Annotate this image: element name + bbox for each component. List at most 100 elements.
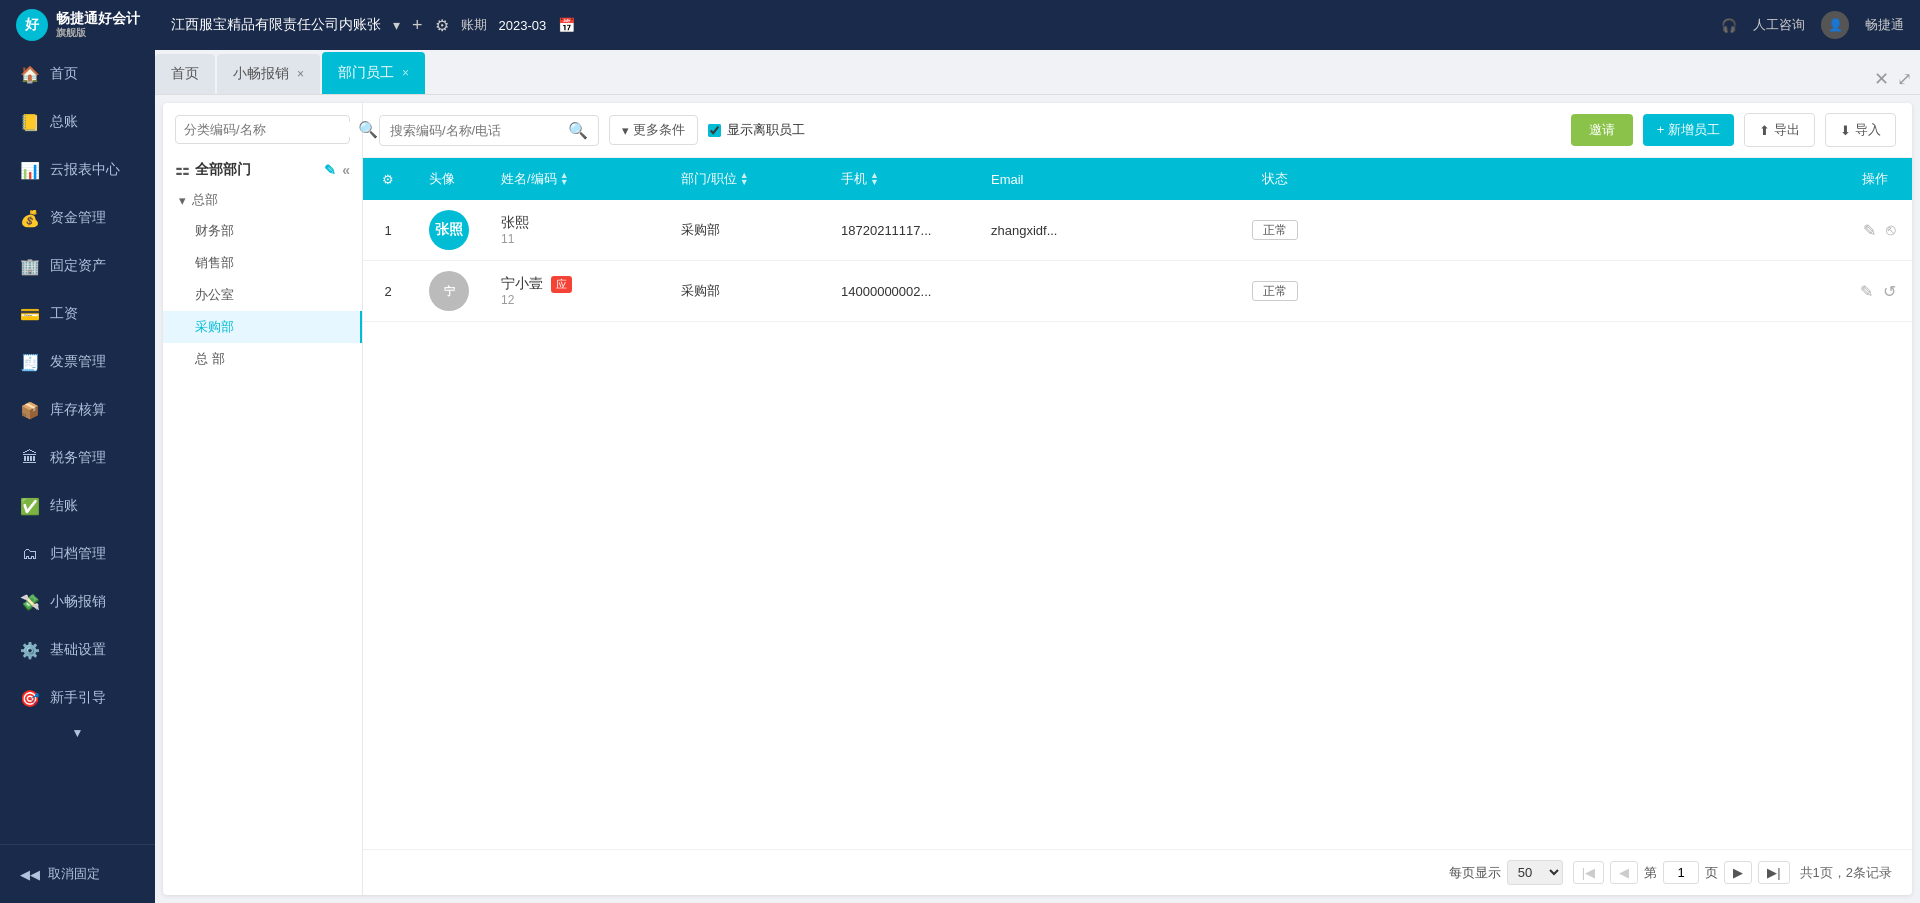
calendar-icon[interactable]: 📅 xyxy=(558,17,575,33)
sidebar-item-label-ledger: 总账 xyxy=(50,113,78,131)
dept-edit-icon[interactable]: ✎ xyxy=(324,162,336,178)
next-page-button[interactable]: ▶ xyxy=(1724,861,1752,884)
tax-icon: 🏛 xyxy=(20,448,40,468)
tabs-bar: 首页 小畅报销 × 部门员工 × ✕ ⤢ xyxy=(155,50,1920,95)
toolbar-right-buttons: 邀请 + 新增员工 ⬆ 导出 ⬇ 导入 xyxy=(1571,113,1896,147)
row2-refresh-icon[interactable]: ↺ xyxy=(1883,282,1896,301)
consult-label[interactable]: 人工咨询 xyxy=(1753,16,1805,34)
sidebar-item-label-salary: 工资 xyxy=(50,305,78,323)
sidebar-scroll-down[interactable]: ▼ xyxy=(0,722,155,744)
employee-panel: 🔍 ▾ 更多条件 显示离职员工 邀请 + 新增员工 ⬆ xyxy=(363,103,1912,895)
dept-item-office[interactable]: 办公室 xyxy=(163,279,362,311)
dept-item-purchase[interactable]: 采购部 xyxy=(163,311,362,343)
tab-expense-close[interactable]: × xyxy=(297,67,304,81)
sidebar-item-guide[interactable]: 🎯 新手引导 xyxy=(0,674,155,722)
row2-edit-icon[interactable]: ✎ xyxy=(1860,282,1873,301)
sidebar-item-close[interactable]: ✅ 结账 xyxy=(0,482,155,530)
sidebar-item-salary[interactable]: 💳 工资 xyxy=(0,290,155,338)
salary-icon: 💳 xyxy=(20,304,40,324)
row1-name-cell: 张熙 11 xyxy=(485,200,665,261)
prev-page-button[interactable]: ◀ xyxy=(1610,861,1638,884)
unpin-button[interactable]: ◀◀ 取消固定 xyxy=(0,855,155,893)
add-employee-button[interactable]: + 新增员工 xyxy=(1643,114,1734,146)
row2-emp-code: 12 xyxy=(501,293,649,307)
col-email: Email xyxy=(975,158,1175,200)
row2-avatar: 宁 xyxy=(413,261,485,322)
dept-collapse-icon[interactable]: « xyxy=(342,162,350,178)
dept-item-finance[interactable]: 财务部 xyxy=(163,215,362,247)
import-icon: ⬇ xyxy=(1840,123,1851,138)
sidebar-item-funds[interactable]: 💰 资金管理 xyxy=(0,194,155,242)
dept-panel: 🔍 ⚏ 全部部门 ✎ « ▾ 总部 xyxy=(163,103,363,895)
row2-index: 2 xyxy=(363,261,413,322)
sidebar-item-expense[interactable]: 💸 小畅报销 xyxy=(0,578,155,626)
sidebar-item-inventory[interactable]: 📦 库存核算 xyxy=(0,386,155,434)
row1-emp-name: 张熙 xyxy=(501,214,649,232)
company-dropdown-icon[interactable]: ▾ xyxy=(393,17,400,33)
sidebar-item-label-home: 首页 xyxy=(50,65,78,83)
tab-close-icon[interactable]: ✕ xyxy=(1874,68,1889,90)
employee-search-input[interactable] xyxy=(390,123,562,138)
col-dept[interactable]: 部门/职位 ▲▼ xyxy=(665,158,825,200)
sidebar-item-label-guide: 新手引导 xyxy=(50,689,106,707)
per-page-select[interactable]: 50 10 20 100 xyxy=(1507,860,1563,885)
search-icon[interactable]: 🔍 xyxy=(568,121,588,140)
archive-icon: 🗂 xyxy=(20,544,40,564)
tab-dept-emp-close[interactable]: × xyxy=(402,66,409,80)
avatar-circle-2: 宁 xyxy=(429,271,469,311)
sidebar-item-reports[interactable]: 📊 云报表中心 xyxy=(0,146,155,194)
inventory-icon: 📦 xyxy=(20,400,40,420)
sidebar-item-label-expense: 小畅报销 xyxy=(50,593,106,611)
sidebar-item-label-close: 结账 xyxy=(50,497,78,515)
ledger-icon: 📒 xyxy=(20,112,40,132)
pagination: 每页显示 50 10 20 100 |◀ ◀ 第 页 xyxy=(363,849,1912,895)
sidebar-item-invoice[interactable]: 🧾 发票管理 xyxy=(0,338,155,386)
page-label: 第 xyxy=(1644,864,1657,882)
sidebar-item-assets[interactable]: 🏢 固定资产 xyxy=(0,242,155,290)
sidebar-item-label-inventory: 库存核算 xyxy=(50,401,106,419)
company-settings-icon[interactable]: ⚙ xyxy=(435,16,449,35)
status-badge-1: 正常 xyxy=(1252,220,1298,240)
sidebar-item-home[interactable]: 🏠 首页 xyxy=(0,50,155,98)
dept-item-general[interactable]: 总 部 xyxy=(163,343,362,375)
col-status: 状态 xyxy=(1175,158,1375,200)
sidebar-item-archive[interactable]: 🗂 归档管理 xyxy=(0,530,155,578)
row1-emp-code: 11 xyxy=(501,232,649,246)
filter-button[interactable]: ▾ 更多条件 xyxy=(609,115,698,145)
sidebar-item-label-assets: 固定资产 xyxy=(50,257,106,275)
col-name[interactable]: 姓名/编码 ▲▼ xyxy=(485,158,665,200)
tab-expense[interactable]: 小畅报销 × xyxy=(217,54,320,94)
employee-table: ⚙ 头像 姓名/编码 ▲▼ xyxy=(363,158,1912,849)
col-phone[interactable]: 手机 ▲▼ xyxy=(825,158,975,200)
dept-search-input[interactable] xyxy=(184,122,352,137)
row1-logout-icon[interactable]: ⎋ xyxy=(1886,221,1896,239)
import-button[interactable]: ⬇ 导入 xyxy=(1825,113,1896,147)
show-leave-checkbox[interactable] xyxy=(708,124,721,137)
add-company-icon[interactable]: + xyxy=(412,15,423,36)
tab-dept-emp[interactable]: 部门员工 × xyxy=(322,52,425,94)
row2-actions: ✎ ↺ xyxy=(1375,261,1912,322)
row1-actions: ✎ ⎋ xyxy=(1375,200,1912,261)
guide-icon: 🎯 xyxy=(20,688,40,708)
sidebar-item-ledger[interactable]: 📒 总账 xyxy=(0,98,155,146)
grid-icon: ⚏ xyxy=(175,160,189,179)
row1-edit-icon[interactable]: ✎ xyxy=(1863,221,1876,240)
export-button[interactable]: ⬆ 导出 xyxy=(1744,113,1815,147)
last-page-button[interactable]: ▶| xyxy=(1758,861,1789,884)
row2-badge: 应 xyxy=(551,276,572,293)
all-dept-header[interactable]: ⚏ 全部部门 ✎ « xyxy=(163,154,362,185)
sidebar-item-settings[interactable]: ⚙️ 基础设置 xyxy=(0,626,155,674)
dept-item-sales[interactable]: 销售部 xyxy=(163,247,362,279)
dept-search-box[interactable]: 🔍 xyxy=(175,115,350,144)
first-page-button[interactable]: |◀ xyxy=(1573,861,1604,884)
per-page-selector: 每页显示 50 10 20 100 xyxy=(1449,860,1563,885)
period-label: 账期 xyxy=(461,16,487,34)
tab-home[interactable]: 首页 xyxy=(155,54,215,94)
page-input[interactable] xyxy=(1663,861,1699,884)
employee-search-box[interactable]: 🔍 xyxy=(379,115,599,146)
invite-button[interactable]: 邀请 xyxy=(1571,114,1633,146)
status-badge-2: 正常 xyxy=(1252,281,1298,301)
tab-expand-icon[interactable]: ⤢ xyxy=(1897,68,1912,90)
sidebar-item-tax[interactable]: 🏛 税务管理 xyxy=(0,434,155,482)
col-settings[interactable]: ⚙ xyxy=(363,158,413,200)
